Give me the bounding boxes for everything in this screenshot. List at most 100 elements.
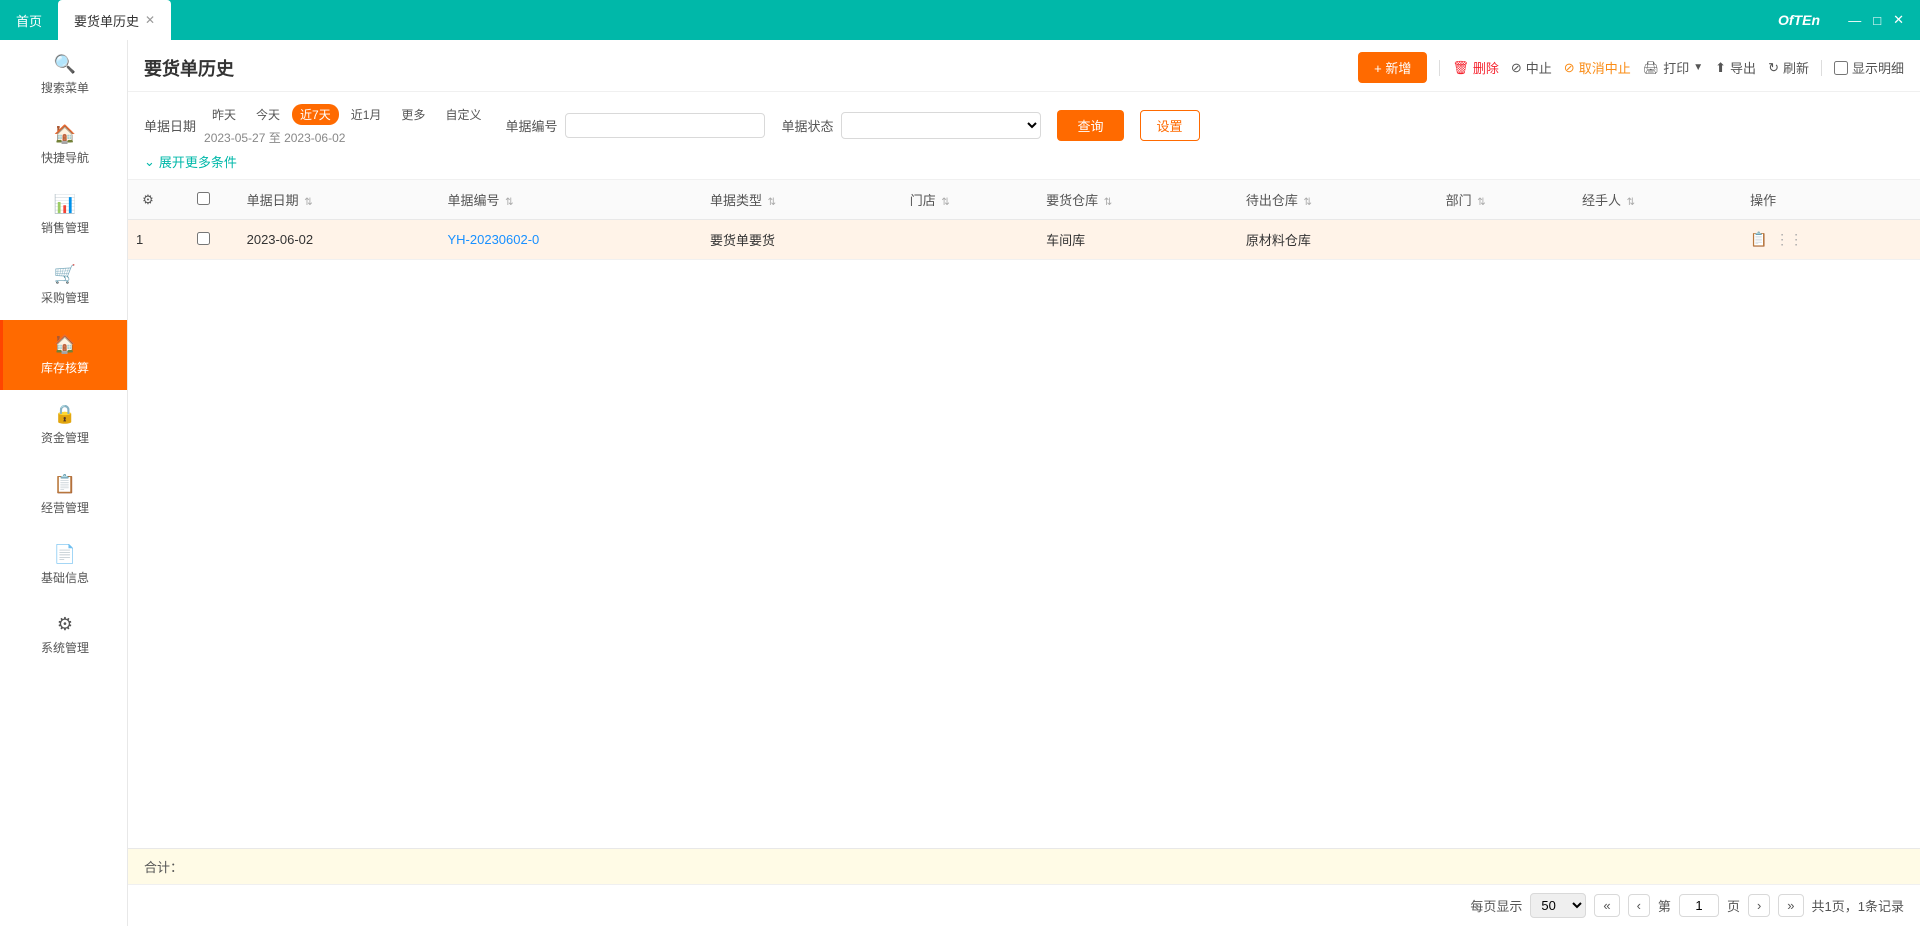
- sidebar-item-search-menu[interactable]: 🔍 搜索菜单: [0, 40, 127, 110]
- date-btn-today[interactable]: 今天: [248, 104, 288, 125]
- col-bill-no: 单据编号 ⇅: [439, 180, 701, 220]
- sidebar-item-basic-info-label: 基础信息: [41, 569, 89, 586]
- page-size-select[interactable]: 10 20 50 100: [1530, 893, 1586, 918]
- sidebar-item-finance-label: 资金管理: [41, 429, 89, 446]
- row-checkbox-cell[interactable]: [168, 220, 239, 260]
- next-page-btn[interactable]: ›: [1748, 894, 1770, 917]
- col-req-warehouse-sort[interactable]: ⇅: [1104, 197, 1112, 208]
- refresh-icon: ↻: [1768, 60, 1779, 76]
- row-index-value: 1: [136, 232, 143, 247]
- row-bill-no-cell[interactable]: YH-20230602-0: [439, 220, 701, 260]
- col-operation: 操作: [1742, 180, 1920, 220]
- filter-row-1: 单据日期 昨天 今天 近7天 近1月 更多 自定义 2023-05-27 至 2…: [144, 104, 1904, 146]
- col-pending-warehouse-sort[interactable]: ⇅: [1303, 197, 1311, 208]
- row-store-cell: [902, 220, 1038, 260]
- col-handler-sort[interactable]: ⇅: [1627, 197, 1635, 208]
- sidebar-item-purchase-mgmt[interactable]: 🛒 采购管理: [0, 250, 127, 320]
- sidebar-item-inventory-label: 库存核算: [41, 359, 89, 376]
- first-page-btn[interactable]: «: [1594, 894, 1619, 917]
- row-edit-icon[interactable]: 📋: [1750, 231, 1767, 247]
- col-checkbox-header[interactable]: [168, 180, 239, 220]
- new-button[interactable]: + 新增: [1358, 52, 1427, 83]
- close-window-icon[interactable]: ✕: [1893, 12, 1904, 28]
- pagination-bar: 每页显示 10 20 50 100 « ‹ 第 页 › » 共1页，1条记录: [128, 884, 1920, 926]
- header-row: ⚙ 单据日期 ⇅ 单据编号 ⇅: [128, 180, 1920, 220]
- date-filter-group: 单据日期 昨天 今天 近7天 近1月 更多 自定义 2023-05-27 至 2…: [144, 104, 489, 146]
- ops-icon: 📋: [54, 474, 76, 495]
- main-layout: 🔍 搜索菜单 🏠 快捷导航 📊 销售管理 🛒 采购管理 🏠 库存核算 🔒 资金管…: [0, 40, 1920, 926]
- last-page-btn[interactable]: »: [1778, 894, 1803, 917]
- sidebar-item-sales-mgmt[interactable]: 📊 销售管理: [0, 180, 127, 250]
- date-btn-1month[interactable]: 近1月: [343, 104, 390, 125]
- search-menu-icon: 🔍: [54, 54, 76, 75]
- sidebar-item-basic-info[interactable]: 📄 基础信息: [0, 530, 127, 600]
- refresh-button[interactable]: ↻ 刷新: [1768, 58, 1809, 77]
- date-btn-more[interactable]: 更多: [393, 104, 433, 125]
- inventory-icon: 🏠: [54, 334, 76, 355]
- sidebar-item-ops-label: 经营管理: [41, 499, 89, 516]
- row-req-warehouse-cell: 车间库: [1038, 220, 1238, 260]
- minimize-icon[interactable]: —: [1848, 13, 1861, 28]
- divider-2: [1821, 60, 1822, 76]
- delete-button[interactable]: 🗑 删除: [1452, 58, 1499, 77]
- col-store-label: 门店: [910, 193, 936, 208]
- cancel-stop-button[interactable]: ⊘ 取消中止: [1564, 58, 1631, 77]
- tab-close-icon[interactable]: ✕: [145, 13, 155, 27]
- status-select[interactable]: [841, 112, 1041, 139]
- sidebar-item-system-mgmt[interactable]: ⚙ 系统管理: [0, 600, 127, 670]
- tab-order-history[interactable]: 要货单历史 ✕: [58, 0, 171, 40]
- prev-page-btn[interactable]: ‹: [1628, 894, 1650, 917]
- show-detail-toggle[interactable]: 显示明细: [1834, 58, 1904, 77]
- row-date-cell: 2023-06-02: [239, 220, 440, 260]
- row-operation-cell[interactable]: 📋 ⋮⋮: [1742, 220, 1920, 260]
- date-btn-yesterday[interactable]: 昨天: [204, 104, 244, 125]
- page-header: 要货单历史 + 新增 🗑 删除 ⊘ 中止 ⊘ 取消中止 🖨 打: [128, 40, 1920, 92]
- row-checkbox[interactable]: [197, 232, 210, 245]
- sidebar-item-ops-mgmt[interactable]: 📋 经营管理: [0, 460, 127, 530]
- status-filter-group: 单据状态: [781, 112, 1041, 139]
- row-pending-warehouse-cell: 原材料仓库: [1238, 220, 1438, 260]
- maximize-icon[interactable]: □: [1873, 13, 1881, 28]
- search-button[interactable]: 查询: [1057, 110, 1123, 141]
- col-pending-warehouse-label: 待出仓库: [1246, 193, 1298, 208]
- show-detail-checkbox[interactable]: [1834, 61, 1848, 75]
- date-btn-custom[interactable]: 自定义: [437, 104, 489, 125]
- expand-more-btn[interactable]: ⌄ 展开更多条件: [144, 152, 1904, 171]
- settings-button[interactable]: 设置: [1140, 110, 1200, 141]
- current-page-input[interactable]: [1679, 894, 1719, 917]
- date-range-display: 2023-05-27 至 2023-06-02: [204, 129, 489, 146]
- print-button[interactable]: 🖨 打印 ▼: [1643, 58, 1703, 77]
- bill-no-label: 单据编号: [505, 116, 557, 135]
- purchase-icon: 🛒: [54, 264, 76, 285]
- col-department-sort[interactable]: ⇅: [1477, 197, 1485, 208]
- refresh-label: 刷新: [1783, 58, 1809, 77]
- sidebar-item-finance-mgmt[interactable]: 🔒 资金管理: [0, 390, 127, 460]
- col-date-sort[interactable]: ⇅: [304, 197, 312, 208]
- col-bill-type-label: 单据类型: [710, 193, 762, 208]
- col-pending-warehouse: 待出仓库 ⇅: [1238, 180, 1438, 220]
- bill-no-input[interactable]: [565, 113, 765, 138]
- col-store-sort[interactable]: ⇅: [941, 197, 949, 208]
- filter-area: 单据日期 昨天 今天 近7天 近1月 更多 自定义 2023-05-27 至 2…: [128, 92, 1920, 180]
- row-more-icon[interactable]: ⋮⋮: [1775, 231, 1803, 247]
- export-button[interactable]: ⬆ 导出: [1715, 58, 1756, 77]
- col-bill-no-sort[interactable]: ⇅: [505, 197, 513, 208]
- date-btn-group: 昨天 今天 近7天 近1月 更多 自定义 2023-05-27 至 2023-0…: [204, 104, 489, 146]
- expand-label: 展开更多条件: [159, 152, 237, 171]
- divider-1: [1439, 60, 1440, 76]
- stop-button[interactable]: ⊘ 中止: [1511, 58, 1552, 77]
- tab-home[interactable]: 首页: [0, 0, 58, 40]
- col-req-warehouse: 要货仓库 ⇅: [1038, 180, 1238, 220]
- orders-table: ⚙ 单据日期 ⇅ 单据编号 ⇅: [128, 180, 1920, 260]
- sidebar-item-inventory[interactable]: 🏠 库存核算: [0, 320, 127, 390]
- col-bill-type-sort[interactable]: ⇅: [768, 197, 776, 208]
- select-all-checkbox[interactable]: [197, 192, 210, 205]
- sidebar-item-quick-nav[interactable]: 🏠 快捷导航: [0, 110, 127, 180]
- tab-order-history-label: 要货单历史: [74, 11, 139, 30]
- row-bill-no-link[interactable]: YH-20230602-0: [447, 232, 539, 247]
- date-btn-7days[interactable]: 近7天: [292, 104, 339, 125]
- col-settings[interactable]: ⚙: [128, 180, 168, 220]
- col-handler-label: 经手人: [1582, 193, 1621, 208]
- col-bill-type: 单据类型 ⇅: [702, 180, 902, 220]
- system-icon: ⚙: [57, 614, 73, 635]
